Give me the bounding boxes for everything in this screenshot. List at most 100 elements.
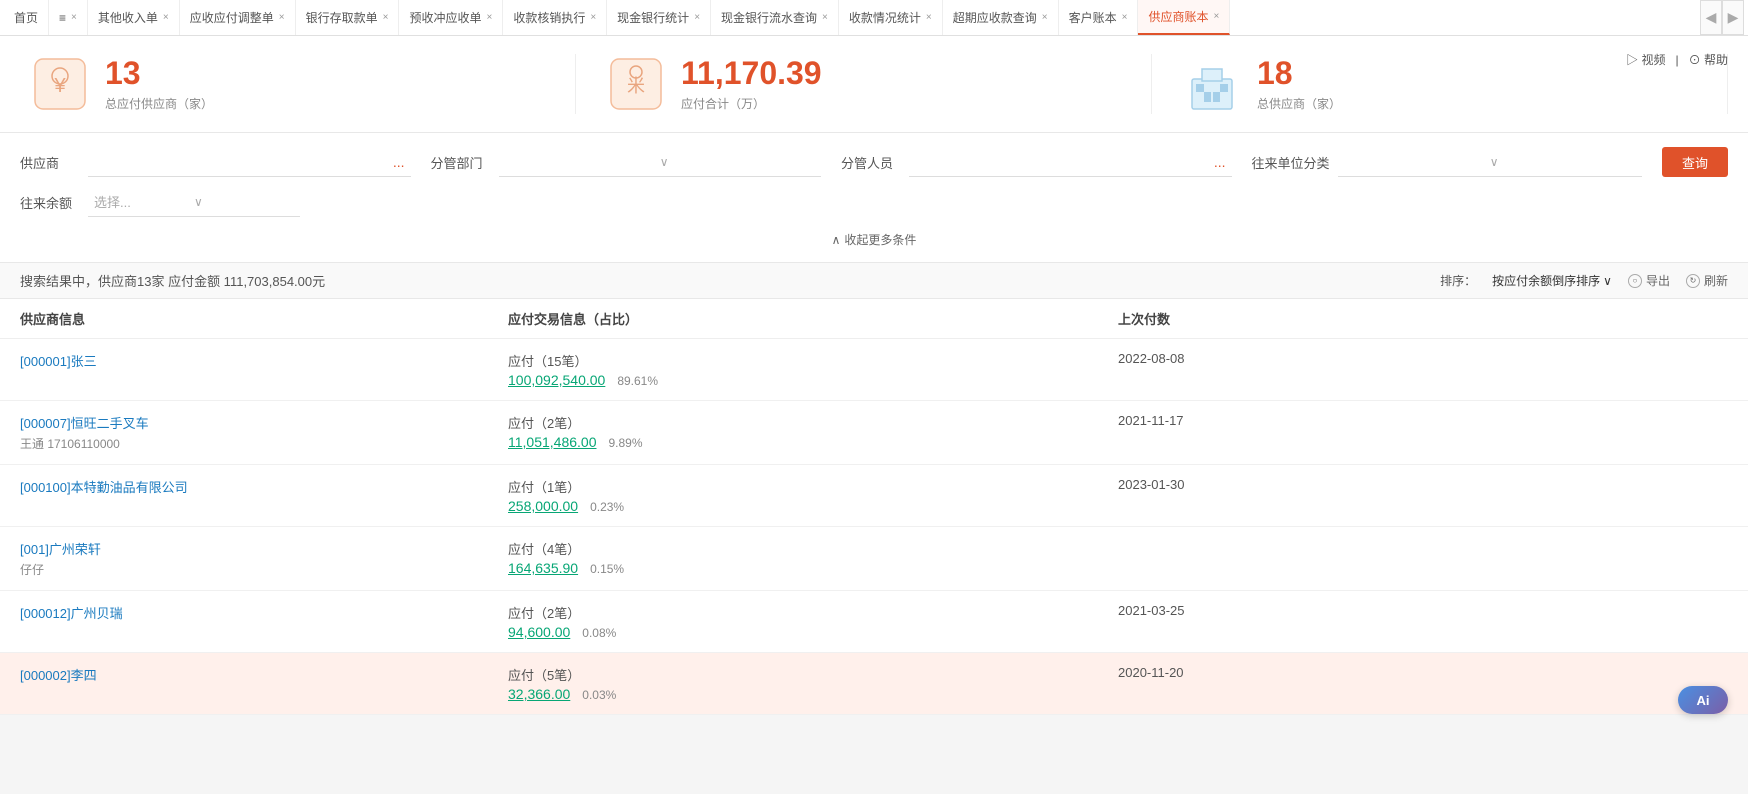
nav-tab-cash-bank-flow[interactable]: 现金银行流水查询 × xyxy=(711,0,839,35)
nav-tab-home[interactable]: 首页 xyxy=(4,0,49,35)
supplier-link-3[interactable]: [001]广州荣轩 xyxy=(20,542,101,557)
trans-amount-4[interactable]: 94,600.00 xyxy=(508,624,570,640)
dept-chevron-icon: ∨ xyxy=(660,155,815,169)
person-input-wrapper[interactable]: ... xyxy=(909,147,1232,177)
last-payment-date-5: 2020-11-20 xyxy=(1118,665,1184,680)
person-dots-icon[interactable]: ... xyxy=(1214,154,1226,170)
sort-chevron-icon: ∨ xyxy=(1603,274,1612,288)
nav-tab-tab3[interactable]: ≡× xyxy=(49,0,88,35)
svg-text:¥: ¥ xyxy=(53,75,66,97)
nav-tab-collection-stat[interactable]: 收款情况统计 × xyxy=(839,0,943,35)
nav-prev-arrow[interactable]: ◀ xyxy=(1700,0,1722,35)
nav-tab-payable-adjust[interactable]: 应收应付调整单 × xyxy=(180,0,296,35)
trans-percent-4: 0.08% xyxy=(582,626,616,640)
trans-percent-1: 9.89% xyxy=(609,436,643,450)
card3-label: 总供应商（家） xyxy=(1257,95,1341,112)
trans-amount-2[interactable]: 258,000.00 xyxy=(508,498,578,514)
filter-balance: 往来余额 选择... ∨ xyxy=(20,187,300,217)
trans-percent-3: 0.15% xyxy=(590,562,624,576)
trans-amount-1[interactable]: 11,051,486.00 xyxy=(508,434,597,450)
nav-tab-bank-deposit[interactable]: 银行存取款单 × xyxy=(296,0,400,35)
nav-tab-label: 银行存取款单 xyxy=(306,9,378,26)
nav-tab-close-payable-adjust[interactable]: × xyxy=(279,12,285,23)
dept-select[interactable]: ∨ xyxy=(499,147,822,177)
nav-tab-close-cash-bank-flow[interactable]: × xyxy=(822,12,828,23)
supplier-input[interactable] xyxy=(94,147,393,177)
payable-suppliers-icon: ¥ xyxy=(30,54,90,114)
trans-label-0: 应付（15笔） xyxy=(508,351,1118,370)
ai-badge[interactable]: Ai xyxy=(1678,686,1728,714)
table-area: 供应商信息 应付交易信息（占比） 上次付数 [000001]张三应付（15笔） … xyxy=(0,299,1748,715)
top-navigation: 首页≡×其他收入单×应收应付调整单×银行存取款单×预收冲应收单×收款核销执行×现… xyxy=(0,0,1748,36)
nav-tab-close-customer-account[interactable]: × xyxy=(1122,12,1128,23)
supplier-input-wrapper[interactable]: ... xyxy=(88,147,411,177)
results-bar: 搜索结果中，供应商13家 应付金额 111,703,854.00元 排序： 按应… xyxy=(0,263,1748,299)
nav-next-arrow[interactable]: ▶ xyxy=(1722,0,1744,35)
last-payment-col-0: 2022-08-08 xyxy=(1118,351,1484,366)
export-icon: ○ xyxy=(1628,274,1642,288)
collapse-row: ∧ 收起更多条件 xyxy=(20,227,1728,252)
trans-row-3: 164,635.90 0.15% xyxy=(508,558,1118,576)
balance-select[interactable]: 选择... ∨ xyxy=(88,187,300,217)
nav-tab-close-overdue-query[interactable]: × xyxy=(1042,12,1048,23)
nav-tab-close-advance-verify[interactable]: × xyxy=(486,12,492,23)
svg-text:米: 米 xyxy=(627,76,645,96)
nav-tab-advance-verify[interactable]: 预收冲应收单× xyxy=(399,0,503,35)
supplier-link-0[interactable]: [000001]张三 xyxy=(20,354,97,369)
supplier-link-5[interactable]: [000002]李四 xyxy=(20,668,97,683)
nav-tab-label: 收款情况统计 xyxy=(849,9,921,26)
table-row: [000012]广州贝瑞应付（2笔） 94,600.00 0.08% 2021-… xyxy=(0,591,1748,653)
category-label: 往来单位分类 xyxy=(1252,153,1330,172)
nav-tab-close-tab3[interactable]: × xyxy=(71,12,77,23)
export-button[interactable]: ○ 导出 xyxy=(1628,272,1670,289)
trans-row-4: 94,600.00 0.08% xyxy=(508,622,1118,640)
supplier-link-4[interactable]: [000012]广州贝瑞 xyxy=(20,606,123,621)
help-link[interactable]: ⊙ 帮助 xyxy=(1689,51,1728,68)
last-payment-col-1: 2021-11-17 xyxy=(1118,413,1484,428)
nav-tab-close-collect-verify[interactable]: × xyxy=(590,12,596,23)
nav-tab-close-collection-stat[interactable]: × xyxy=(926,12,932,23)
supplier-link-1[interactable]: [000007]恒旺二手叉车 xyxy=(20,416,149,431)
nav-tab-customer-account[interactable]: 客户账本× xyxy=(1059,0,1139,35)
col-header-last-payment: 上次付数 xyxy=(1118,309,1484,328)
collapse-icon: ∧ xyxy=(832,233,841,247)
table-row: [000002]李四应付（5笔） 32,366.00 0.03% 2020-11… xyxy=(0,653,1748,715)
query-button[interactable]: 查询 xyxy=(1662,147,1728,177)
category-select[interactable]: ∨ xyxy=(1338,147,1642,177)
summary-card-total-amount: 米 11,170.39 应付合计（万） xyxy=(576,54,1152,114)
supplier-label: 供应商 xyxy=(20,153,80,172)
video-link[interactable]: ▷ 视频 xyxy=(1626,51,1665,68)
supplier-col-5: [000002]李四 xyxy=(20,665,508,684)
nav-tab-close-cash-bank-stat[interactable]: × xyxy=(694,12,700,23)
trans-amount-3[interactable]: 164,635.90 xyxy=(508,560,578,576)
card1-content: 13 总应付供应商（家） xyxy=(105,56,213,112)
table-row: [001]广州荣轩仔仔应付（4笔） 164,635.90 0.15% xyxy=(0,527,1748,591)
table-row: [000001]张三应付（15笔） 100,092,540.00 89.61% … xyxy=(0,339,1748,401)
sort-select[interactable]: 按应付余额倒序排序 ∨ xyxy=(1492,272,1612,289)
nav-tab-close-supplier-account[interactable]: × xyxy=(1213,11,1219,22)
nav-tab-overdue-query[interactable]: 超期应收款查询× xyxy=(943,0,1059,35)
nav-tab-collect-verify[interactable]: 收款核销执行× xyxy=(503,0,607,35)
table-row: [000100]本特勤油品有限公司应付（1笔） 258,000.00 0.23%… xyxy=(0,465,1748,527)
nav-tab-cash-bank-stat[interactable]: 现金银行统计× xyxy=(607,0,711,35)
supplier-dots-icon[interactable]: ... xyxy=(393,154,405,170)
nav-tab-supplier-account[interactable]: 供应商账本× xyxy=(1138,0,1230,35)
card2-label: 应付合计（万） xyxy=(681,95,822,112)
total-amount-icon: 米 xyxy=(606,54,666,114)
collapse-button[interactable]: ∧ 收起更多条件 xyxy=(822,227,927,252)
trans-amount-0[interactable]: 100,092,540.00 xyxy=(508,372,605,388)
nav-tab-label: 应收应付调整单 xyxy=(190,9,274,26)
person-input[interactable] xyxy=(915,147,1214,177)
refresh-button[interactable]: ↻ 刷新 xyxy=(1686,272,1728,289)
nav-tab-other-income[interactable]: 其他收入单× xyxy=(88,0,180,35)
balance-label: 往来余额 xyxy=(20,193,80,212)
trans-amount-5[interactable]: 32,366.00 xyxy=(508,686,570,702)
last-payment-col-5: 2020-11-20 xyxy=(1118,665,1484,680)
supplier-link-2[interactable]: [000100]本特勤油品有限公司 xyxy=(20,480,188,495)
dept-label: 分管部门 xyxy=(431,153,491,172)
nav-tab-label: 现金银行流水查询 xyxy=(721,9,817,26)
table-row: [000007]恒旺二手叉车王通 17106110000应付（2笔） 11,05… xyxy=(0,401,1748,465)
nav-tab-close-other-income[interactable]: × xyxy=(163,12,169,23)
trans-label-1: 应付（2笔） xyxy=(508,413,1118,432)
nav-tab-close-bank-deposit[interactable]: × xyxy=(383,12,389,23)
